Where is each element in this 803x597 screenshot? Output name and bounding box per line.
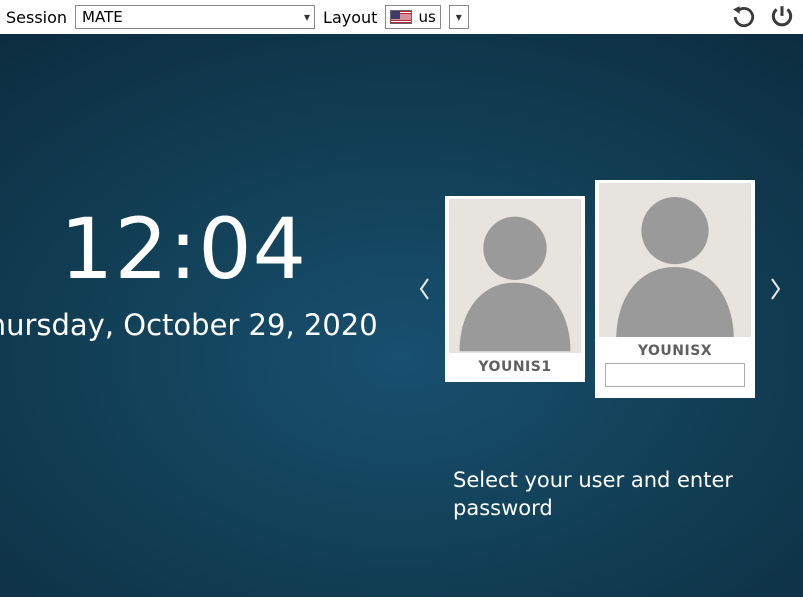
avatar bbox=[599, 183, 751, 337]
layout-dropdown[interactable]: us bbox=[385, 5, 440, 29]
prev-user-button[interactable] bbox=[415, 269, 435, 309]
user-name-label: YOUNIS1 bbox=[478, 353, 551, 379]
power-button[interactable] bbox=[767, 2, 797, 32]
password-input[interactable] bbox=[605, 363, 745, 387]
layout-label: Layout bbox=[323, 8, 377, 27]
restart-icon bbox=[731, 4, 757, 30]
layout-dropdown-arrow[interactable]: ▾ bbox=[449, 5, 469, 29]
next-user-button[interactable] bbox=[765, 269, 785, 309]
power-icon bbox=[769, 4, 795, 30]
chevron-down-icon: ▾ bbox=[456, 10, 462, 24]
prompt-message: Select your user and enter password bbox=[453, 466, 773, 523]
us-flag-icon bbox=[390, 10, 412, 24]
chevron-down-icon: ▾ bbox=[304, 10, 310, 24]
clock-panel: 12:04 Thursday, October 29, 2020 bbox=[0, 200, 378, 342]
top-bar: Session MATE ▾ Layout us ▾ bbox=[0, 0, 803, 34]
clock-date: Thursday, October 29, 2020 bbox=[0, 308, 378, 342]
layout-value: us bbox=[418, 8, 435, 26]
user-selector: YOUNIS1 YOUNISX bbox=[415, 180, 785, 398]
user-card-younis1[interactable]: YOUNIS1 bbox=[445, 196, 585, 382]
chevron-left-icon bbox=[418, 277, 432, 301]
avatar bbox=[449, 199, 581, 353]
restart-button[interactable] bbox=[729, 2, 759, 32]
user-card-younisx[interactable]: YOUNISX bbox=[595, 180, 755, 398]
session-value: MATE bbox=[82, 8, 123, 26]
clock-time: 12:04 bbox=[0, 200, 378, 298]
session-label: Session bbox=[6, 8, 67, 27]
person-icon bbox=[449, 199, 581, 353]
person-icon bbox=[599, 183, 751, 337]
user-name-label: YOUNISX bbox=[638, 337, 712, 363]
chevron-right-icon bbox=[768, 277, 782, 301]
session-dropdown[interactable]: MATE ▾ bbox=[75, 5, 315, 29]
